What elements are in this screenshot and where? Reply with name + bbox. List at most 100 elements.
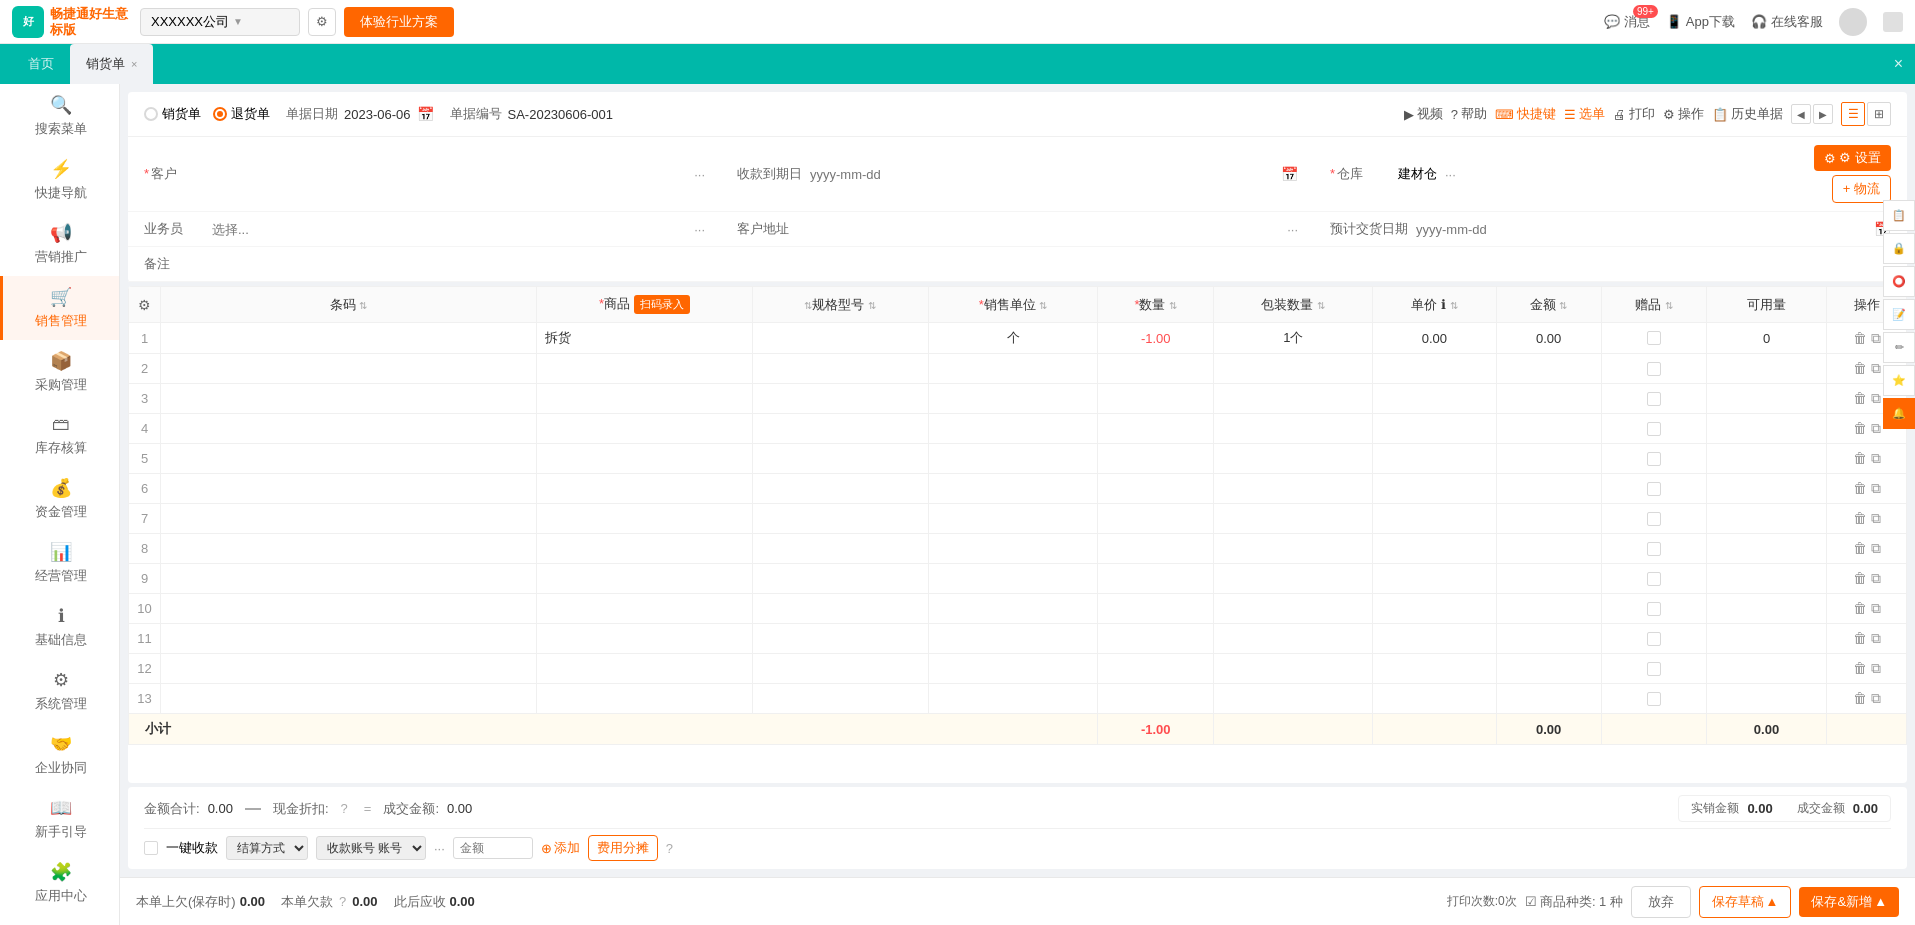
row-pkg-qty-5[interactable] (1214, 444, 1373, 474)
row-delete-13[interactable]: 🗑 (1853, 690, 1867, 707)
payment-account-select[interactable]: 收款账号 账号 (316, 836, 426, 860)
row-spec-2[interactable] (752, 354, 928, 384)
row-product-11[interactable] (537, 624, 753, 654)
row-unit-4[interactable] (928, 414, 1098, 444)
customer-dots[interactable]: ··· (694, 167, 705, 182)
gift-checkbox-1[interactable] (1647, 331, 1661, 345)
row-product-1[interactable]: 拆货 (537, 323, 753, 354)
row-delete-11[interactable]: 🗑 (1853, 630, 1867, 647)
row-gift-5[interactable] (1601, 444, 1706, 474)
save-draft-button[interactable]: 保存草稿 ▲ (1699, 886, 1792, 918)
float-edit-button[interactable]: ✏ (1883, 332, 1915, 363)
row-price-7[interactable] (1373, 504, 1496, 534)
row-gift-6[interactable] (1601, 474, 1706, 504)
row-barcode-2[interactable] (161, 354, 537, 384)
gift-checkbox-10[interactable] (1647, 602, 1661, 616)
row-pkg-qty-12[interactable] (1214, 654, 1373, 684)
col-price-sort[interactable]: ⇅ (1450, 300, 1458, 311)
row-amount-7[interactable] (1496, 504, 1601, 534)
row-product-4[interactable] (537, 414, 753, 444)
row-delete-10[interactable]: 🗑 (1853, 600, 1867, 617)
row-qty-8[interactable] (1098, 534, 1214, 564)
row-product-3[interactable] (537, 384, 753, 414)
row-pkg-qty-2[interactable] (1214, 354, 1373, 384)
row-price-13[interactable] (1373, 684, 1496, 714)
row-product-9[interactable] (537, 564, 753, 594)
settings-button[interactable]: ⚙ ⚙ 设置 (1814, 145, 1891, 171)
row-unit-11[interactable] (928, 624, 1098, 654)
col-barcode-sort[interactable]: ⇅ (359, 300, 367, 311)
row-copy-5[interactable]: ⧉ (1871, 450, 1881, 467)
row-amount-1[interactable]: 0.00 (1496, 323, 1601, 354)
row-qty-9[interactable] (1098, 564, 1214, 594)
row-product-8[interactable] (537, 534, 753, 564)
row-barcode-11[interactable] (161, 624, 537, 654)
row-price-11[interactable] (1373, 624, 1496, 654)
row-copy-8[interactable]: ⧉ (1871, 540, 1881, 557)
payment-method-select[interactable]: 结算方式 (226, 836, 308, 860)
gift-checkbox-8[interactable] (1647, 542, 1661, 556)
row-copy-6[interactable]: ⧉ (1871, 480, 1881, 497)
sidebar-item-wechat[interactable]: 💬 企业微信 (0, 915, 119, 925)
trial-button[interactable]: 体验行业方案 (344, 7, 454, 37)
row-qty-10[interactable] (1098, 594, 1214, 624)
row-barcode-4[interactable] (161, 414, 537, 444)
sidebar-item-marketing[interactable]: 📢 营销推广 (0, 212, 119, 276)
row-qty-4[interactable] (1098, 414, 1214, 444)
balance-help-icon[interactable]: ? (339, 894, 346, 909)
row-copy-12[interactable]: ⧉ (1871, 660, 1881, 677)
radio-return[interactable]: 退货单 (213, 105, 270, 123)
row-pkg-qty-6[interactable] (1214, 474, 1373, 504)
row-barcode-12[interactable] (161, 654, 537, 684)
row-amount-11[interactable] (1496, 624, 1601, 654)
print-button[interactable]: 🖨 打印 (1613, 105, 1655, 123)
row-price-5[interactable] (1373, 444, 1496, 474)
row-spec-8[interactable] (752, 534, 928, 564)
sidebar-item-guide[interactable]: 📖 新手引导 (0, 787, 119, 851)
row-price-6[interactable] (1373, 474, 1496, 504)
float-star-button[interactable]: ⭐ (1883, 365, 1915, 396)
gift-checkbox-4[interactable] (1647, 422, 1661, 436)
gift-checkbox-3[interactable] (1647, 392, 1661, 406)
row-product-13[interactable] (537, 684, 753, 714)
float-lock-button[interactable]: 🔒 (1883, 233, 1915, 264)
row-delete-8[interactable]: 🗑 (1853, 540, 1867, 557)
row-pkg-qty-9[interactable] (1214, 564, 1373, 594)
gift-checkbox-5[interactable] (1647, 452, 1661, 466)
payment-date-calendar-icon[interactable]: 📅 (1281, 166, 1298, 182)
gift-checkbox-7[interactable] (1647, 512, 1661, 526)
row-price-9[interactable] (1373, 564, 1496, 594)
sidebar-item-search[interactable]: 🔍 搜索菜单 (0, 84, 119, 148)
row-gift-8[interactable] (1601, 534, 1706, 564)
col-spec-sort2[interactable]: ⇅ (868, 300, 876, 311)
row-spec-6[interactable] (752, 474, 928, 504)
row-qty-5[interactable] (1098, 444, 1214, 474)
row-product-7[interactable] (537, 504, 753, 534)
row-unit-12[interactable] (928, 654, 1098, 684)
row-gift-13[interactable] (1601, 684, 1706, 714)
col-amount-sort[interactable]: ⇅ (1559, 300, 1567, 311)
gift-checkbox-11[interactable] (1647, 632, 1661, 646)
float-circle-button[interactable]: ⭕ (1883, 266, 1915, 297)
row-barcode-9[interactable] (161, 564, 537, 594)
tab-home[interactable]: 首页 (12, 44, 70, 84)
row-gift-10[interactable] (1601, 594, 1706, 624)
row-unit-1[interactable]: 个 (928, 323, 1098, 354)
logistics-button[interactable]: + 物流 (1832, 175, 1891, 203)
row-gift-3[interactable] (1601, 384, 1706, 414)
online-service-button[interactable]: 🎧 在线客服 (1751, 13, 1823, 31)
row-spec-13[interactable] (752, 684, 928, 714)
warehouse-dots[interactable]: ··· (1445, 167, 1456, 182)
row-product-10[interactable] (537, 594, 753, 624)
add-payment-button[interactable]: ⊕ 添加 (541, 839, 580, 857)
row-price-12[interactable] (1373, 654, 1496, 684)
row-pkg-qty-3[interactable] (1214, 384, 1373, 414)
sidebar-item-collab[interactable]: 🤝 企业协同 (0, 723, 119, 787)
row-unit-6[interactable] (928, 474, 1098, 504)
row-unit-13[interactable] (928, 684, 1098, 714)
row-delete-3[interactable]: 🗑 (1853, 390, 1867, 407)
row-gift-12[interactable] (1601, 654, 1706, 684)
row-amount-12[interactable] (1496, 654, 1601, 684)
row-delete-7[interactable]: 🗑 (1853, 510, 1867, 527)
table-container[interactable]: ⚙ 条码 ⇅ *商品 扫码录入 (128, 286, 1907, 783)
